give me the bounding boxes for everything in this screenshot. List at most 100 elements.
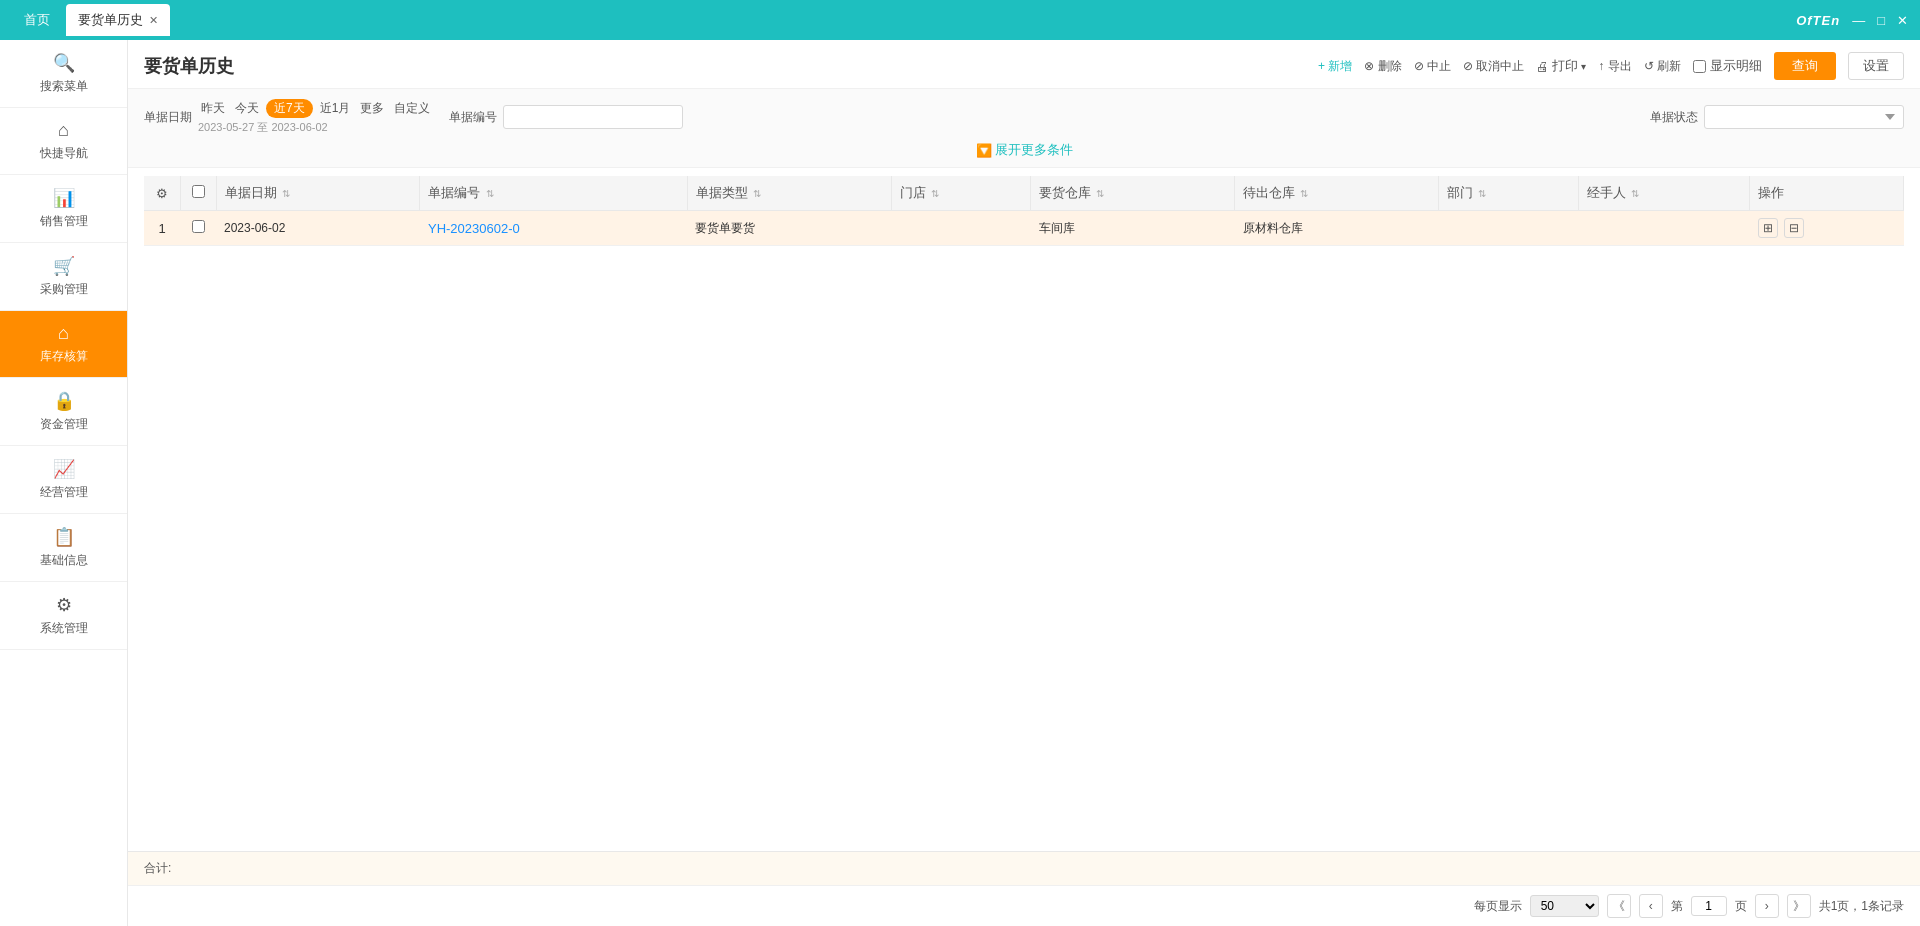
view-action-icon[interactable]: ⊞ (1758, 218, 1778, 238)
close-tab-icon[interactable]: ✕ (149, 14, 158, 27)
th-docno-label: 单据编号 (428, 185, 480, 200)
delete-button[interactable]: ⊗ 删除 (1364, 58, 1401, 75)
th-date-label: 单据日期 (225, 185, 277, 200)
sidebar-item-basic[interactable]: 📋 基础信息 (0, 514, 127, 582)
per-page-label: 每页显示 (1474, 898, 1522, 915)
th-doctype: 单据类型 ⇅ (687, 176, 891, 211)
expand-label: 展开更多条件 (995, 141, 1073, 159)
print-icon: 🖨 (1536, 59, 1549, 74)
th-docno: 单据编号 ⇅ (420, 176, 687, 211)
out-warehouse-sort-icon[interactable]: ⇅ (1300, 188, 1308, 199)
handler-sort-icon[interactable]: ⇅ (1631, 188, 1639, 199)
sidebar-item-finance-label: 资金管理 (40, 416, 88, 433)
minimize-icon[interactable]: — (1852, 13, 1865, 28)
print-button[interactable]: 🖨 打印 ▾ (1536, 57, 1586, 75)
last-page-button[interactable]: 》 (1787, 894, 1811, 918)
sidebar-item-search[interactable]: 🔍 搜索菜单 (0, 40, 127, 108)
sidebar-item-system[interactable]: ⚙ 系统管理 (0, 582, 127, 650)
th-settings: ⚙ (144, 176, 180, 211)
date-shortcuts: 昨天 今天 近7天 近1月 更多 自定义 2023-05-27 至 2023-0… (198, 99, 433, 135)
sidebar-item-quicknav-label: 快捷导航 (40, 145, 88, 162)
print-dropdown-icon[interactable]: ▾ (1581, 61, 1586, 72)
docno-sort-icon[interactable]: ⇅ (486, 188, 494, 199)
export-button[interactable]: ↑ 导出 (1598, 58, 1631, 75)
th-doctype-label: 单据类型 (696, 185, 748, 200)
row-out-warehouse: 原材料仓库 (1235, 211, 1439, 246)
date-sort-icon[interactable]: ⇅ (282, 188, 290, 199)
inventory-icon: ⌂ (58, 323, 69, 344)
doc-no-filter: 单据编号 (449, 105, 683, 129)
summary-label: 合计: (144, 860, 171, 877)
prev-page-button[interactable]: ‹ (1639, 894, 1663, 918)
show-detail-input[interactable] (1693, 60, 1706, 73)
expand-more-btn[interactable]: 🔽 展开更多条件 (144, 141, 1904, 159)
basic-icon: 📋 (53, 526, 75, 548)
window-controls: OfTEn — □ ✕ (1796, 13, 1908, 28)
settings-button[interactable]: 设置 (1848, 52, 1904, 80)
maximize-icon[interactable]: □ (1877, 13, 1885, 28)
close-window-icon[interactable]: ✕ (1897, 13, 1908, 28)
th-handler-label: 经手人 (1587, 185, 1626, 200)
date-shortcut-custom[interactable]: 自定义 (391, 99, 433, 118)
doctype-sort-icon[interactable]: ⇅ (753, 188, 761, 199)
sidebar: 🔍 搜索菜单 ⌂ 快捷导航 📊 销售管理 🛒 采购管理 ⌂ 库存核算 🔒 资金管… (0, 40, 128, 926)
home-icon: ⌂ (58, 120, 69, 141)
query-button[interactable]: 查询 (1774, 52, 1836, 80)
sidebar-item-purchase-label: 采购管理 (40, 281, 88, 298)
status-select[interactable] (1704, 105, 1904, 129)
row-index: 1 (144, 211, 180, 246)
th-checkbox (180, 176, 216, 211)
page-number-input[interactable] (1691, 896, 1727, 916)
brand-label: OfTEn (1796, 13, 1840, 28)
page-title: 要货单历史 (144, 54, 1318, 78)
sidebar-item-purchase[interactable]: 🛒 采购管理 (0, 243, 127, 311)
first-page-button[interactable]: 《 (1607, 894, 1631, 918)
doc-no-label: 单据编号 (449, 109, 497, 126)
system-icon: ⚙ (56, 594, 72, 616)
tab-purchase-history[interactable]: 要货单历史 ✕ (66, 4, 170, 36)
sidebar-item-operation-label: 经营管理 (40, 484, 88, 501)
refresh-button[interactable]: ↺ 刷新 (1644, 58, 1681, 75)
date-filter-label: 单据日期 (144, 109, 192, 126)
date-shortcut-yesterday[interactable]: 昨天 (198, 99, 228, 118)
total-info: 共1页，1条记录 (1819, 898, 1904, 915)
sidebar-item-finance[interactable]: 🔒 资金管理 (0, 378, 127, 446)
row-doctype: 要货单要货 (687, 211, 891, 246)
req-warehouse-sort-icon[interactable]: ⇅ (1096, 188, 1104, 199)
date-range-display: 2023-05-27 至 2023-06-02 (198, 120, 433, 135)
row-select-checkbox[interactable] (192, 220, 205, 233)
th-handler: 经手人 ⇅ (1578, 176, 1750, 211)
tab-home[interactable]: 首页 (12, 4, 62, 36)
store-sort-icon[interactable]: ⇅ (931, 188, 939, 199)
settings-gear-icon[interactable]: ⚙ (156, 186, 168, 201)
show-detail-checkbox[interactable]: 显示明细 (1693, 57, 1762, 75)
filter-row: 单据日期 昨天 今天 近7天 近1月 更多 自定义 2023-05-27 至 2… (144, 99, 1904, 135)
select-all-checkbox[interactable] (192, 185, 205, 198)
date-shortcut-7days[interactable]: 近7天 (266, 99, 313, 118)
sidebar-item-sales[interactable]: 📊 销售管理 (0, 175, 127, 243)
date-shortcut-today[interactable]: 今天 (232, 99, 262, 118)
dept-sort-icon[interactable]: ⇅ (1478, 188, 1486, 199)
finance-icon: 🔒 (53, 390, 75, 412)
more-action-icon[interactable]: ⊟ (1784, 218, 1804, 238)
sidebar-item-quicknav[interactable]: ⌂ 快捷导航 (0, 108, 127, 175)
per-page-select[interactable]: 20 50 100 (1530, 895, 1599, 917)
stop-button[interactable]: ⊘ 中止 (1414, 58, 1451, 75)
sidebar-item-operation[interactable]: 📈 经营管理 (0, 446, 127, 514)
cancel-stop-button[interactable]: ⊘ 取消中止 (1463, 58, 1524, 75)
next-page-button[interactable]: › (1755, 894, 1779, 918)
sidebar-item-inventory[interactable]: ⌂ 库存核算 (0, 311, 127, 378)
doc-no-input[interactable] (503, 105, 683, 129)
operation-icon: 📈 (53, 458, 75, 480)
th-store-label: 门店 (900, 185, 926, 200)
table-row: 1 2023-06-02 YH-20230602-0 要货单要货 车间库 原材料… (144, 211, 1904, 246)
th-dept-label: 部门 (1447, 185, 1473, 200)
page-header: 要货单历史 + 新增 ⊗ 删除 ⊘ 中止 ⊘ 取消中止 🖨 打印 ▾ ↑ 导出 … (128, 40, 1920, 89)
date-shortcut-1month[interactable]: 近1月 (317, 99, 354, 118)
date-shortcut-more[interactable]: 更多 (357, 99, 387, 118)
th-date: 单据日期 ⇅ (216, 176, 420, 211)
th-req-warehouse-label: 要货仓库 (1039, 185, 1091, 200)
row-docno-link[interactable]: YH-20230602-0 (428, 221, 520, 236)
tab-home-label: 首页 (24, 11, 50, 29)
add-button[interactable]: + 新增 (1318, 58, 1352, 75)
